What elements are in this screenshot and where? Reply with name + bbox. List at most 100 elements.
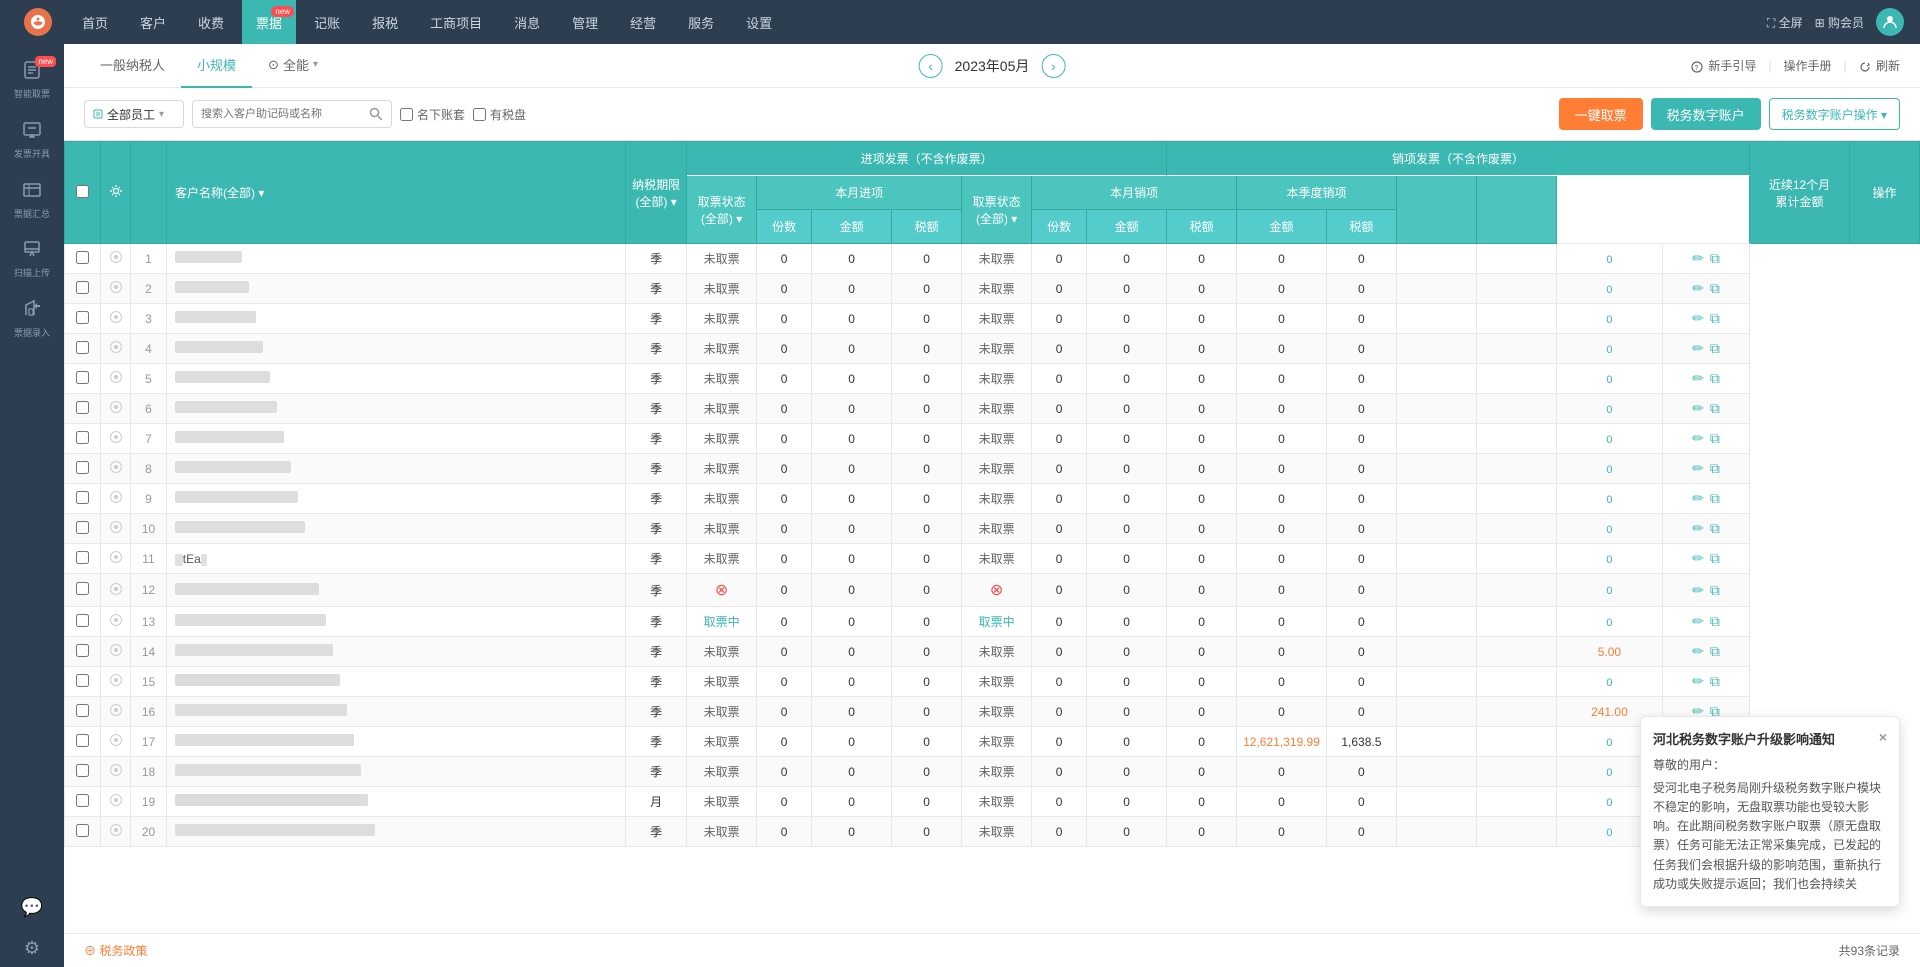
row-checkbox[interactable] <box>76 551 89 564</box>
row-checkbox[interactable] <box>76 794 89 807</box>
row-checkbox[interactable] <box>76 734 89 747</box>
edit-icon[interactable]: ✏ <box>1692 400 1704 417</box>
copy-icon[interactable]: ⧉ <box>1710 520 1720 537</box>
sidebar-item-ticket-summary[interactable]: 票据汇总 <box>4 172 60 228</box>
row-checkbox[interactable] <box>76 764 89 777</box>
copy-icon[interactable]: ⧉ <box>1710 340 1720 357</box>
th-tax-period[interactable]: 纳税期限(全部) ▾ <box>626 142 687 244</box>
copy-icon[interactable]: ⧉ <box>1710 460 1720 477</box>
edit-icon[interactable]: ✏ <box>1692 490 1704 507</box>
copy-icon[interactable]: ⧉ <box>1710 613 1720 630</box>
copy-icon[interactable]: ⧉ <box>1710 370 1720 387</box>
row-period: 季 <box>626 484 687 514</box>
row-checkbox[interactable] <box>76 704 89 717</box>
edit-icon[interactable]: ✏ <box>1692 643 1704 660</box>
policy-link[interactable]: ⊕ 税务政策 <box>84 942 147 959</box>
copy-icon[interactable]: ⧉ <box>1710 310 1720 327</box>
row-checkbox[interactable] <box>76 644 89 657</box>
has-tax-disk-checkbox[interactable] <box>473 108 486 121</box>
edit-icon[interactable]: ✏ <box>1692 280 1704 297</box>
copy-icon[interactable]: ⧉ <box>1710 490 1720 507</box>
edit-icon[interactable]: ✏ <box>1692 550 1704 567</box>
sidebar-item-invoice-open[interactable]: 发票开具 <box>4 112 60 168</box>
new-guide-link[interactable]: ? 新手引导 <box>1691 57 1756 74</box>
refresh-link[interactable]: 刷新 <box>1859 57 1900 74</box>
row-checkbox[interactable] <box>76 491 89 504</box>
copy-icon[interactable]: ⧉ <box>1710 550 1720 567</box>
operation-manual-link[interactable]: 操作手册 <box>1784 57 1832 74</box>
copy-icon[interactable]: ⧉ <box>1710 250 1720 267</box>
row-checkbox[interactable] <box>76 341 89 354</box>
nav-item-business[interactable]: 工商项目 <box>416 0 496 44</box>
edit-icon[interactable]: ✏ <box>1692 310 1704 327</box>
tab-general-taxpayer[interactable]: 一般纳税人 <box>84 44 181 88</box>
nav-item-client[interactable]: 客户 <box>126 0 180 44</box>
sidebar-item-chat[interactable]: 💬 <box>4 889 60 926</box>
copy-icon[interactable]: ⧉ <box>1710 280 1720 297</box>
row-checkbox[interactable] <box>76 521 89 534</box>
sidebar-item-ticket-entry[interactable]: 票据录入 <box>4 291 60 347</box>
employee-select[interactable]: 全部员工 ▾ <box>84 100 184 128</box>
edit-icon[interactable]: ✏ <box>1692 370 1704 387</box>
notification-close-btn[interactable]: × <box>1879 729 1887 748</box>
row-checkbox[interactable] <box>76 674 89 687</box>
search-icon[interactable] <box>369 107 383 121</box>
th-client-name[interactable]: 客户名称(全部) ▾ <box>167 142 626 244</box>
row-checkbox[interactable] <box>76 614 89 627</box>
copy-icon[interactable]: ⧉ <box>1710 582 1720 599</box>
nav-item-settings[interactable]: 设置 <box>732 0 786 44</box>
row-checkbox[interactable] <box>76 431 89 444</box>
nav-item-home[interactable]: 首页 <box>68 0 122 44</box>
nav-item-tax[interactable]: 报税 <box>358 0 412 44</box>
nav-item-manage[interactable]: 管理 <box>558 0 612 44</box>
settings-icon[interactable] <box>109 184 123 198</box>
copy-icon[interactable]: ⧉ <box>1710 673 1720 690</box>
row-checkbox[interactable] <box>76 281 89 294</box>
edit-icon[interactable]: ✏ <box>1692 340 1704 357</box>
row-checkbox[interactable] <box>76 311 89 324</box>
row-client-name <box>167 574 626 607</box>
select-all-checkbox[interactable] <box>76 185 89 198</box>
tax-digital-account-ops-btn[interactable]: 税务数字账户操作 ▾ <box>1769 98 1900 130</box>
sidebar-item-scan-upload[interactable]: 扫描上传 <box>4 231 60 287</box>
row-checkbox[interactable] <box>76 461 89 474</box>
one-click-ticket-btn[interactable]: 一键取票 <box>1559 98 1643 130</box>
row-checkbox[interactable] <box>76 371 89 384</box>
nav-item-service[interactable]: 服务 <box>674 0 728 44</box>
edit-icon[interactable]: ✏ <box>1692 250 1704 267</box>
has-tax-disk-checkbox-label[interactable]: 有税盘 <box>473 106 526 123</box>
sidebar-item-smart-ticket[interactable]: 智能取票 new <box>4 52 60 108</box>
tax-digital-account-btn[interactable]: 税务数字账户 <box>1651 98 1761 130</box>
name-accounts-checkbox[interactable] <box>400 108 413 121</box>
edit-icon[interactable]: ✏ <box>1692 520 1704 537</box>
fullscreen-btn[interactable]: ⛶ 全屏 <box>1767 14 1803 31</box>
copy-icon[interactable]: ⧉ <box>1710 430 1720 447</box>
row-checkbox[interactable] <box>76 582 89 595</box>
edit-icon[interactable]: ✏ <box>1692 582 1704 599</box>
row-checkbox[interactable] <box>76 401 89 414</box>
nav-item-bookkeeping[interactable]: 记账 <box>300 0 354 44</box>
tab-small-scale[interactable]: 小规模 <box>181 44 252 88</box>
nav-item-ticket[interactable]: 票据 new <box>242 0 296 44</box>
member-btn[interactable]: ⊞ 购会员 <box>1815 14 1864 31</box>
prev-month-btn[interactable]: ‹ <box>919 54 943 78</box>
next-month-btn[interactable]: › <box>1041 54 1065 78</box>
copy-icon[interactable]: ⧉ <box>1710 400 1720 417</box>
nav-item-billing[interactable]: 收费 <box>184 0 238 44</box>
nav-item-message[interactable]: 消息 <box>500 0 554 44</box>
edit-icon[interactable]: ✏ <box>1692 460 1704 477</box>
edit-icon[interactable]: ✏ <box>1692 613 1704 630</box>
row-checkbox[interactable] <box>76 251 89 264</box>
edit-icon[interactable]: ✏ <box>1692 430 1704 447</box>
sidebar-item-config[interactable]: ⚙ <box>4 930 60 967</box>
tab-all[interactable]: ⊙ 全能 ▾ <box>252 44 334 88</box>
search-input[interactable] <box>201 108 365 120</box>
edit-icon[interactable]: ✏ <box>1692 673 1704 690</box>
th-out-status[interactable]: 取票状态(全部) ▾ <box>962 176 1032 244</box>
th-in-status[interactable]: 取票状态(全部) ▾ <box>687 176 757 244</box>
name-accounts-checkbox-label[interactable]: 名下账套 <box>400 106 465 123</box>
nav-item-operation[interactable]: 经营 <box>616 0 670 44</box>
row-checkbox[interactable] <box>76 824 89 837</box>
copy-icon[interactable]: ⧉ <box>1710 643 1720 660</box>
user-avatar[interactable] <box>1876 8 1904 36</box>
